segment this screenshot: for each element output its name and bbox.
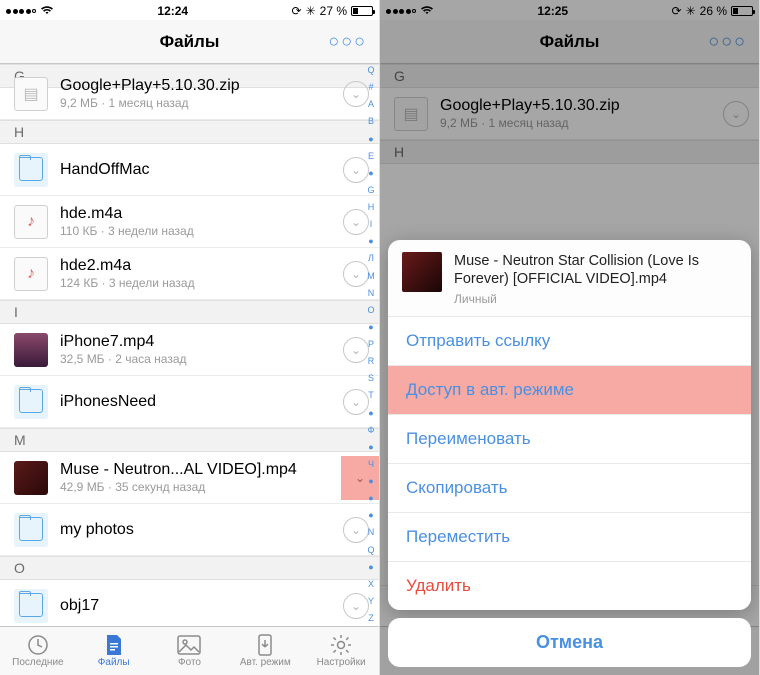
file-row[interactable]: ♪ hde.m4a 110 КБ · 3 недели назад ⌄	[0, 196, 379, 248]
gear-icon	[329, 634, 353, 656]
file-list[interactable]: G ▤ Google+Play+5.10.30.zip 9,2 МБ · 1 м…	[0, 64, 379, 626]
photo-icon	[177, 634, 201, 656]
folder-icon	[14, 589, 48, 623]
tab-photo[interactable]: Фото	[152, 627, 228, 675]
file-meta: 110 КБ · 3 недели назад	[60, 224, 337, 238]
file-row[interactable]: ♪ hde2.m4a 124 КБ · 3 недели назад ⌄	[0, 248, 379, 300]
action-sheet: Muse - Neutron Star Collision (Love Is F…	[388, 240, 751, 667]
folder-icon	[14, 513, 48, 547]
sheet-file-subtitle: Личный	[454, 292, 737, 306]
tab-label: Файлы	[98, 657, 130, 668]
offline-icon	[253, 634, 277, 656]
sheet-file-title: Muse - Neutron Star Collision (Love Is F…	[454, 252, 737, 288]
file-name: hde2.m4a	[60, 257, 337, 275]
file-row[interactable]: HandOffMac ⌄	[0, 144, 379, 196]
file-name: hde.m4a	[60, 205, 337, 223]
index-scrubber[interactable]: Q#AB●E●GHI●ЛMNO●PRST●Ф●Ч●●●NQ●XYZ	[365, 66, 377, 623]
battery-icon	[351, 6, 373, 16]
clock-icon	[26, 634, 50, 656]
video2-icon	[14, 333, 48, 367]
status-time: 12:24	[157, 4, 188, 18]
section-header: I	[0, 300, 379, 324]
file-name: Muse - Neutron...AL VIDEO].mp4	[60, 461, 335, 479]
file-row[interactable]: my photos ⌄	[0, 504, 379, 556]
tab-label: Авт. режим	[240, 657, 291, 668]
sheet-header: Muse - Neutron Star Collision (Love Is F…	[388, 240, 751, 317]
bluetooth-icon: ✳︎	[306, 4, 316, 18]
video-icon	[14, 461, 48, 495]
file-name: iPhone7.mp4	[60, 333, 337, 351]
file-icon	[102, 634, 126, 656]
battery-percent: 27 %	[320, 4, 347, 18]
section-header: H	[0, 120, 379, 144]
tab-label: Фото	[178, 657, 201, 668]
page-title: Файлы	[160, 32, 220, 52]
file-meta: 42,9 МБ · 35 секунд назад	[60, 480, 335, 494]
folder-icon	[14, 385, 48, 419]
file-meta: 9,2 МБ · 1 месяц назад	[60, 96, 337, 110]
file-row[interactable]: Muse - Neutron...AL VIDEO].mp4 42,9 МБ ·…	[0, 452, 379, 504]
section-header: O	[0, 556, 379, 580]
sheet-action[interactable]: Отправить ссылку	[388, 317, 751, 366]
file-row[interactable]: ▤ Google+Play+5.10.30.zip 9,2 МБ · 1 мес…	[0, 68, 379, 120]
lock-icon: ⟳	[292, 4, 302, 18]
section-header: M	[0, 428, 379, 452]
file-name: my photos	[60, 521, 337, 539]
tab-bar: Последние Файлы Фото Авт. режим Настройк…	[0, 626, 379, 675]
cancel-button[interactable]: Отмена	[388, 618, 751, 667]
tab-gear[interactable]: Настройки	[303, 627, 379, 675]
audio-icon: ♪	[14, 205, 48, 239]
tab-offline[interactable]: Авт. режим	[227, 627, 303, 675]
audio-icon: ♪	[14, 257, 48, 291]
file-name: iPhonesNeed	[60, 393, 337, 411]
file-meta: 124 КБ · 3 недели назад	[60, 276, 337, 290]
sheet-action[interactable]: Доступ в авт. режиме	[388, 366, 751, 415]
file-row[interactable]: obj17 ⌄	[0, 580, 379, 626]
file-row[interactable]: iPhone7.mp4 32,5 МБ · 2 часа назад ⌄	[0, 324, 379, 376]
file-name: obj17	[60, 597, 337, 615]
file-name: HandOffMac	[60, 161, 337, 179]
sheet-action[interactable]: Переместить	[388, 513, 751, 562]
video-thumbnail-icon	[402, 252, 442, 292]
file-meta: 32,5 МБ · 2 часа назад	[60, 352, 337, 366]
tab-label: Последние	[12, 657, 63, 668]
tab-label: Настройки	[317, 657, 366, 668]
sheet-action[interactable]: Удалить	[388, 562, 751, 610]
screen-files-list: 12:24 ⟳ ✳︎ 27 % Файлы ○○○ G ▤ Google+Pla…	[0, 0, 380, 675]
sheet-action[interactable]: Скопировать	[388, 464, 751, 513]
more-button[interactable]: ○○○	[328, 20, 367, 63]
file-name: Google+Play+5.10.30.zip	[60, 77, 337, 95]
file-row[interactable]: iPhonesNeed ⌄	[0, 376, 379, 428]
status-bar: 12:24 ⟳ ✳︎ 27 %	[0, 0, 379, 20]
wifi-icon	[40, 4, 54, 18]
tab-clock[interactable]: Последние	[0, 627, 76, 675]
folder-icon	[14, 153, 48, 187]
sheet-action[interactable]: Переименовать	[388, 415, 751, 464]
screen-action-sheet: 12:25 ⟳ ✳︎ 26 % Файлы ○○○ G ▤ Google+Pla…	[380, 0, 760, 675]
nav-bar: Файлы ○○○	[0, 20, 379, 64]
zip-icon: ▤	[14, 77, 48, 111]
tab-file[interactable]: Файлы	[76, 627, 152, 675]
cell-signal-icon	[6, 9, 36, 14]
